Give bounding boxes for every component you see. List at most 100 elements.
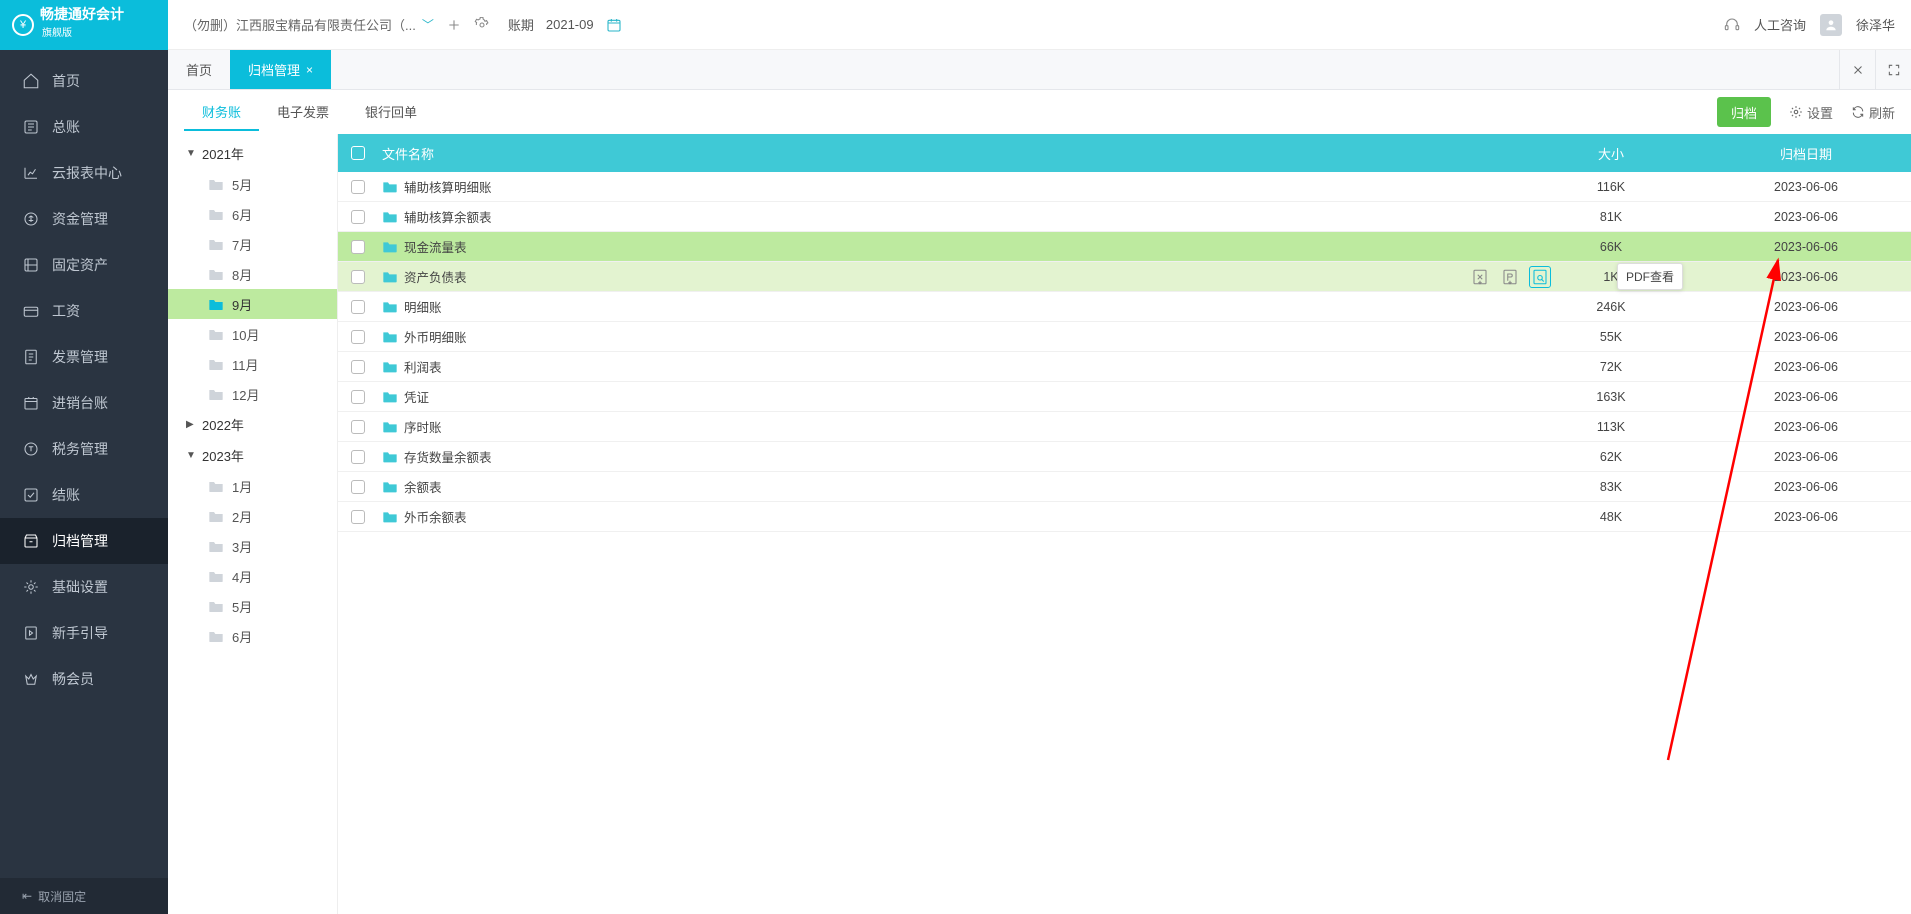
row-checkbox[interactable] [351, 360, 365, 374]
nav-item-psi[interactable]: 进销台账 [0, 380, 168, 426]
row-checkbox[interactable] [351, 480, 365, 494]
username[interactable]: 徐泽华 [1856, 15, 1895, 34]
nav-item-tax[interactable]: 税务管理 [0, 426, 168, 472]
refresh-link[interactable]: 刷新 [1851, 103, 1895, 122]
nav-item-invoice[interactable]: 发票管理 [0, 334, 168, 380]
tree-month[interactable]: 12月 [168, 379, 337, 409]
brand: ¥ 畅捷通好会计 旗舰版 [0, 0, 168, 50]
sidebar: ¥ 畅捷通好会计 旗舰版 首页总账云报表中心资金管理固定资产工资发票管理进销台账… [0, 0, 168, 914]
asset-icon [22, 256, 40, 274]
table-row[interactable]: 资产负债表 PDF查看 1K 2023-06-06 [338, 262, 1911, 292]
page-tab[interactable]: 首页 [168, 50, 230, 89]
table-row[interactable]: 存货数量余额表 62K 2023-06-06 [338, 442, 1911, 472]
table-row[interactable]: 辅助核算明细账 116K 2023-06-06 [338, 172, 1911, 202]
tree-month[interactable]: 1月 [168, 471, 337, 501]
row-checkbox[interactable] [351, 180, 365, 194]
row-checkbox[interactable] [351, 390, 365, 404]
settings-link[interactable]: 设置 [1789, 103, 1833, 122]
tree-month[interactable]: 6月 [168, 199, 337, 229]
month-label: 7月 [232, 235, 252, 254]
nav-item-report[interactable]: 云报表中心 [0, 150, 168, 196]
row-actions [1469, 266, 1551, 288]
row-checkbox[interactable] [351, 330, 365, 344]
table-row[interactable]: 序时账 113K 2023-06-06 [338, 412, 1911, 442]
tree-month[interactable]: 8月 [168, 259, 337, 289]
row-checkbox[interactable] [351, 420, 365, 434]
tree-month[interactable]: 2月 [168, 501, 337, 531]
psi-icon [22, 394, 40, 412]
archive-button[interactable]: 归档 [1717, 97, 1771, 127]
nav-item-archive[interactable]: 归档管理 [0, 518, 168, 564]
tree-month[interactable]: 4月 [168, 561, 337, 591]
table-row[interactable]: 利润表 72K 2023-06-06 [338, 352, 1911, 382]
table-row[interactable]: 辅助核算余额表 81K 2023-06-06 [338, 202, 1911, 232]
tree-month[interactable]: 5月 [168, 169, 337, 199]
nav-label: 发票管理 [52, 347, 108, 367]
file-date: 2023-06-06 [1701, 510, 1911, 524]
avatar-icon[interactable] [1820, 14, 1842, 36]
nav-item-close[interactable]: 结账 [0, 472, 168, 518]
subtab[interactable]: 财务账 [184, 93, 259, 131]
file-size: 48K [1521, 510, 1701, 524]
row-checkbox[interactable] [351, 510, 365, 524]
fullscreen-button[interactable] [1875, 50, 1911, 89]
table-row[interactable]: 外币余额表 48K 2023-06-06 [338, 502, 1911, 532]
table-row[interactable]: 明细账 246K 2023-06-06 [338, 292, 1911, 322]
pdf-view-icon[interactable] [1529, 266, 1551, 288]
row-checkbox[interactable] [351, 240, 365, 254]
pdf-download-icon[interactable] [1499, 266, 1521, 288]
report-icon [22, 164, 40, 182]
select-all-checkbox[interactable] [351, 146, 365, 160]
tree-year[interactable]: ▼2021年 [168, 138, 337, 169]
period-value[interactable]: 2021-09 [546, 17, 594, 32]
row-checkbox[interactable] [351, 450, 365, 464]
month-label: 6月 [232, 205, 252, 224]
table-row[interactable]: 现金流量表 66K 2023-06-06 [338, 232, 1911, 262]
tree-year[interactable]: ▶2022年 [168, 409, 337, 440]
close-tab-button[interactable] [1839, 50, 1875, 89]
gear-icon[interactable] [474, 17, 490, 33]
page-tab[interactable]: 归档管理× [230, 50, 331, 89]
nav-item-funds[interactable]: 资金管理 [0, 196, 168, 242]
nav-label: 首页 [52, 71, 80, 91]
nav-item-member[interactable]: 畅会员 [0, 656, 168, 702]
tree-month[interactable]: 5月 [168, 591, 337, 621]
period-label: 账期 [508, 15, 534, 34]
nav-item-asset[interactable]: 固定资产 [0, 242, 168, 288]
file-icon [382, 479, 398, 495]
nav-item-settings[interactable]: 基础设置 [0, 564, 168, 610]
tree-month[interactable]: 6月 [168, 621, 337, 651]
tree-month[interactable]: 11月 [168, 349, 337, 379]
nav-item-ledger[interactable]: 总账 [0, 104, 168, 150]
month-label: 10月 [232, 325, 259, 344]
nav-item-home[interactable]: 首页 [0, 58, 168, 104]
calendar-icon[interactable] [606, 17, 622, 33]
tree-month[interactable]: 3月 [168, 531, 337, 561]
subtab[interactable]: 电子发票 [259, 93, 347, 131]
row-checkbox[interactable] [351, 270, 365, 284]
close-icon[interactable]: × [306, 63, 313, 77]
headset-icon[interactable] [1724, 17, 1740, 33]
tree-year[interactable]: ▼2023年 [168, 440, 337, 471]
tree-month[interactable]: 10月 [168, 319, 337, 349]
nav-item-guide[interactable]: 新手引导 [0, 610, 168, 656]
row-checkbox[interactable] [351, 210, 365, 224]
table-row[interactable]: 外币明细账 55K 2023-06-06 [338, 322, 1911, 352]
unpin-button[interactable]: ⇤ 取消固定 [0, 878, 168, 914]
table-row[interactable]: 凭证 163K 2023-06-06 [338, 382, 1911, 412]
tree-month[interactable]: 7月 [168, 229, 337, 259]
company-selector[interactable]: （勿删）江西服宝精品有限责任公司（... ﹀ [184, 15, 434, 34]
subtab[interactable]: 银行回单 [347, 93, 435, 131]
excel-download-icon[interactable] [1469, 266, 1491, 288]
nav-item-salary[interactable]: 工资 [0, 288, 168, 334]
table-row[interactable]: 余额表 83K 2023-06-06 [338, 472, 1911, 502]
tree-month[interactable]: 9月 [168, 289, 337, 319]
subtabs-row: 财务账电子发票银行回单 归档 设置 刷新 [168, 90, 1911, 134]
plus-icon[interactable] [446, 17, 462, 33]
row-checkbox[interactable] [351, 300, 365, 314]
month-label: 5月 [232, 175, 252, 194]
triangle-right-icon: ▶ [186, 419, 196, 430]
file-icon [382, 239, 398, 255]
nav-label: 结账 [52, 485, 80, 505]
consult-link[interactable]: 人工咨询 [1754, 15, 1806, 34]
